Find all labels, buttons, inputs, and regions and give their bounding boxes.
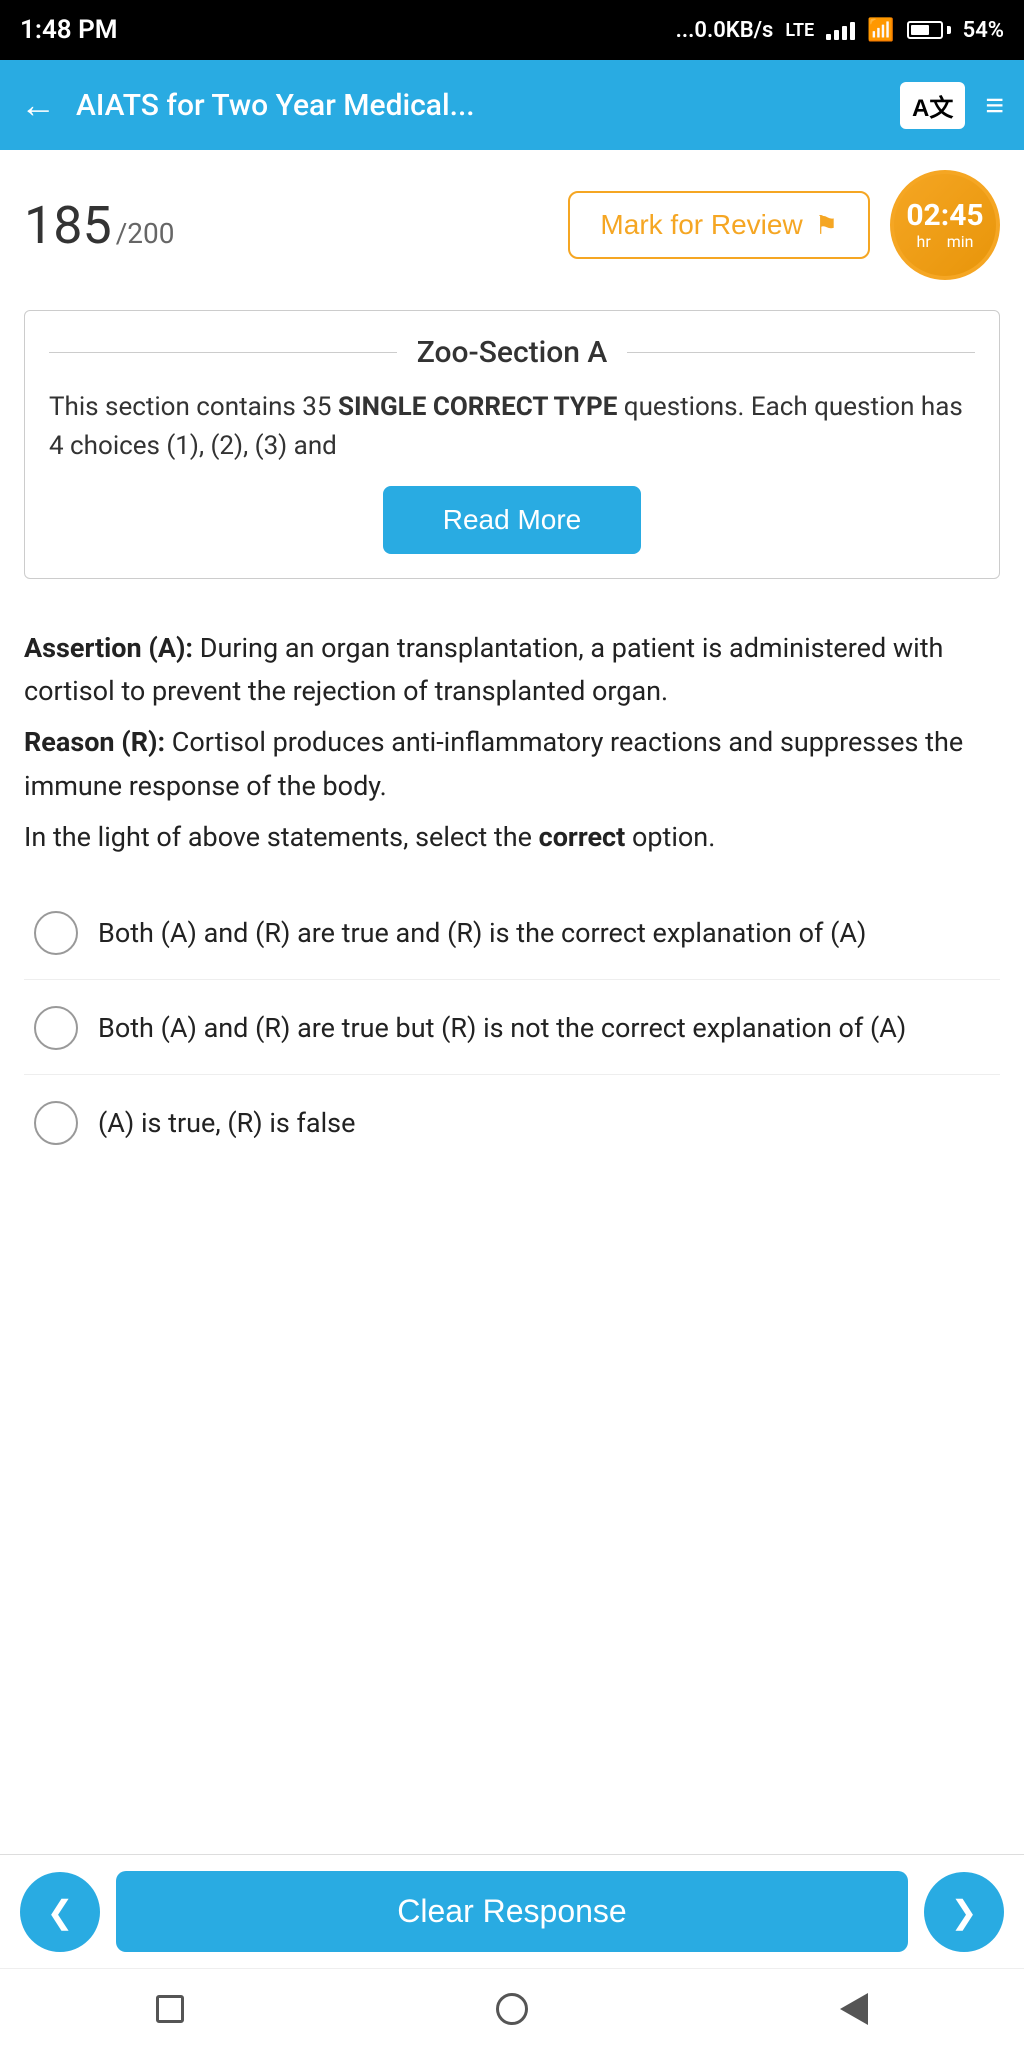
flag-icon: ⚑ bbox=[815, 210, 838, 241]
options-container: Both (A) and (R) are true and (R) is the… bbox=[0, 875, 1024, 1179]
option-item-1[interactable]: Both (A) and (R) are true and (R) is the… bbox=[24, 885, 1000, 980]
translate-button[interactable]: A文 bbox=[900, 82, 965, 129]
instruction-end: option. bbox=[625, 821, 715, 853]
question-number-row: 185 /200 bbox=[24, 195, 174, 256]
mark-review-label: Mark for Review bbox=[600, 209, 802, 241]
recent-apps-button[interactable] bbox=[156, 1995, 184, 2023]
top-nav: ← AIATS for Two Year Medical... A文 ≡ bbox=[0, 60, 1024, 150]
radio-option-3[interactable] bbox=[34, 1101, 78, 1145]
question-number: 185 bbox=[24, 195, 112, 256]
reason-paragraph: Reason (R): Cortisol produces anti-infla… bbox=[24, 721, 1000, 807]
signal-icon bbox=[826, 20, 855, 40]
assertion-label: Assertion (A): bbox=[24, 632, 193, 664]
back-button[interactable]: ← bbox=[20, 84, 56, 126]
timer-display: 02:45 bbox=[906, 199, 983, 232]
battery-icon bbox=[907, 21, 951, 39]
lte-icon: LTE bbox=[785, 20, 814, 41]
wifi-icon: 📶 bbox=[867, 18, 894, 43]
option-text-1: Both (A) and (R) are true and (R) is the… bbox=[98, 909, 866, 954]
triangle-icon bbox=[840, 1993, 868, 2025]
question-content: Assertion (A): During an organ transplan… bbox=[0, 603, 1024, 875]
bottom-bar: ❮ Clear Response ❯ bbox=[0, 1854, 1024, 1968]
battery-percent: 54% bbox=[963, 18, 1004, 43]
prev-button[interactable]: ❮ bbox=[20, 1872, 100, 1952]
timer-hours: 02 bbox=[906, 198, 940, 233]
reason-label: Reason (R): bbox=[24, 726, 165, 758]
question-total: /200 bbox=[116, 217, 175, 250]
section-box: Zoo-Section A This section contains 35 S… bbox=[24, 310, 1000, 579]
android-nav-bar bbox=[0, 1968, 1024, 2048]
min-label: min bbox=[947, 232, 974, 251]
hr-label: hr bbox=[917, 232, 931, 251]
option-item-3[interactable]: (A) is true, (R) is false bbox=[24, 1075, 1000, 1169]
clear-response-button[interactable]: Clear Response bbox=[116, 1871, 908, 1952]
menu-button[interactable]: ≡ bbox=[985, 87, 1004, 124]
square-icon bbox=[156, 1995, 184, 2023]
option-item-2[interactable]: Both (A) and (R) are true but (R) is not… bbox=[24, 980, 1000, 1075]
instruction-text: In the light of above statements, select… bbox=[24, 821, 539, 853]
nav-title: AIATS for Two Year Medical... bbox=[76, 88, 880, 123]
section-title: Zoo-Section A bbox=[397, 335, 628, 370]
instruction-paragraph: In the light of above statements, select… bbox=[24, 816, 1000, 859]
reason-text: Cortisol produces anti-inflammatory reac… bbox=[24, 726, 963, 801]
timer-labels: hr min bbox=[917, 232, 974, 251]
assertion-paragraph: Assertion (A): During an organ transplan… bbox=[24, 627, 1000, 713]
section-title-wrapper: Zoo-Section A bbox=[49, 335, 975, 370]
translate-icon: A文 bbox=[912, 88, 953, 123]
section-line-left bbox=[49, 352, 397, 353]
section-description: This section contains 35 SINGLE CORRECT … bbox=[49, 388, 975, 466]
home-button[interactable] bbox=[496, 1993, 528, 2025]
read-more-button[interactable]: Read More bbox=[383, 486, 642, 554]
option-text-3: (A) is true, (R) is false bbox=[98, 1099, 355, 1144]
question-header: 185 /200 Mark for Review ⚑ 02:45 hr min bbox=[0, 150, 1024, 300]
section-container: Zoo-Section A This section contains 35 S… bbox=[0, 300, 1024, 603]
radio-option-1[interactable] bbox=[34, 911, 78, 955]
section-line-right bbox=[627, 352, 975, 353]
option-text-2: Both (A) and (R) are true but (R) is not… bbox=[98, 1004, 906, 1049]
status-bar: 1:48 PM ...0.0KB/s LTE 📶 54% bbox=[0, 0, 1024, 60]
circle-icon bbox=[496, 1993, 528, 2025]
network-status: ...0.0KB/s bbox=[676, 18, 774, 43]
status-right: ...0.0KB/s LTE 📶 54% bbox=[676, 18, 1004, 43]
radio-option-2[interactable] bbox=[34, 1006, 78, 1050]
timer-minutes: 45 bbox=[949, 198, 983, 233]
mark-review-button[interactable]: Mark for Review ⚑ bbox=[568, 191, 870, 259]
next-button[interactable]: ❯ bbox=[924, 1872, 1004, 1952]
status-time: 1:48 PM bbox=[20, 15, 118, 45]
back-nav-button[interactable] bbox=[840, 1993, 868, 2025]
timer-circle: 02:45 hr min bbox=[890, 170, 1000, 280]
instruction-bold: correct bbox=[539, 821, 626, 853]
